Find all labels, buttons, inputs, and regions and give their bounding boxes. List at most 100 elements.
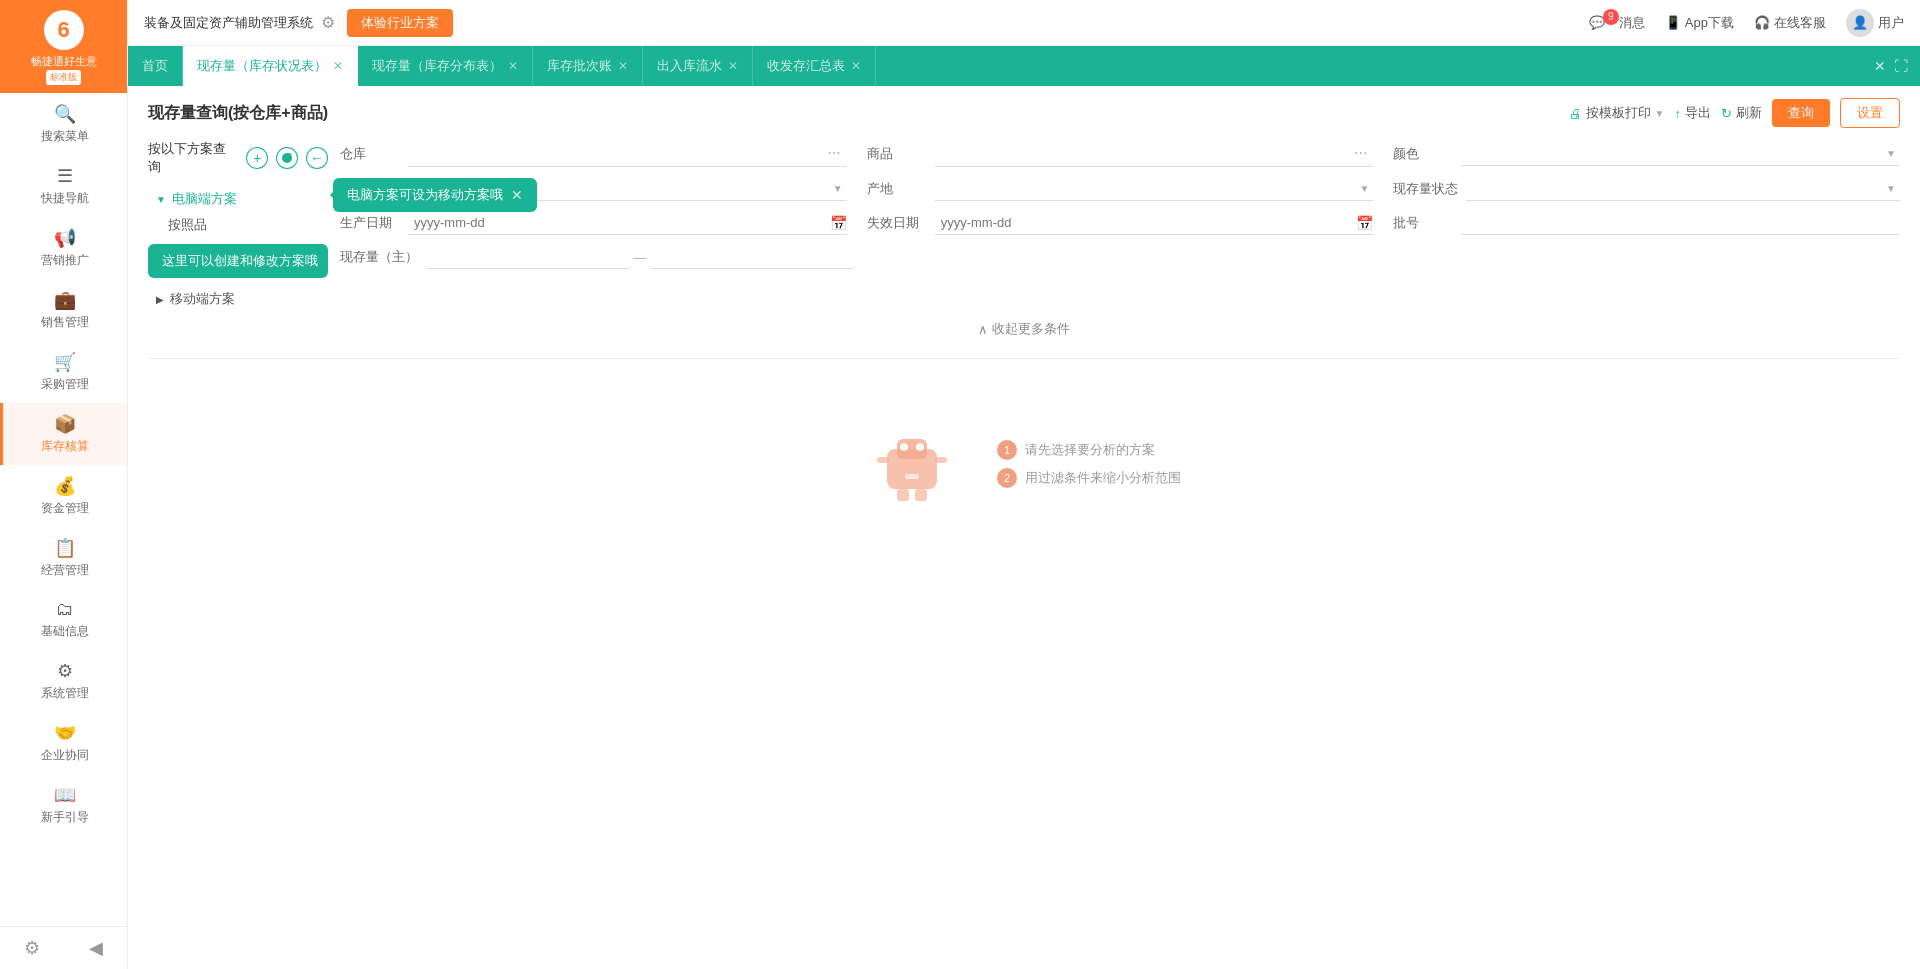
empty-state: 1 请先选择要分析的方案 2 用过滤条件来缩小分析范围 (128, 359, 1920, 569)
sidebar-item-label: 系统管理 (41, 685, 89, 702)
warehouse-dots[interactable]: ··· (827, 144, 840, 162)
export-btn[interactable]: ↑ 导出 (1675, 104, 1712, 122)
production-date-filter: 生产日期 📅 (340, 211, 847, 235)
logo-icon: 6 (44, 10, 84, 50)
support-btn[interactable]: 🎧 在线客服 (1754, 14, 1826, 32)
mobile-scheme-item[interactable]: ▶ 移动端方案 (148, 286, 328, 312)
stock-status-label: 现存量状态 (1393, 180, 1458, 198)
print-btn[interactable]: 🖨 按模板打印 ▼ (1569, 104, 1665, 122)
refresh-btn[interactable]: ↻ 刷新 (1721, 104, 1762, 122)
sidebar-logo: 6 畅捷通好生意 标准版 (0, 0, 127, 93)
print-icon: 🖨 (1569, 106, 1582, 121)
tab-inventory-dist[interactable]: 现存量（库存分布表） ✕ (358, 46, 533, 86)
batch-filter: 批号 (1393, 211, 1900, 235)
tab-close-batch-accounts[interactable]: ✕ (618, 59, 628, 73)
stock-min-input[interactable] (426, 245, 629, 269)
production-date-cal-icon[interactable]: 📅 (830, 215, 847, 231)
back-btn[interactable]: ← (306, 147, 328, 169)
tab-close-receive-summary[interactable]: ✕ (851, 59, 861, 73)
svg-rect-5 (877, 457, 889, 463)
sidebar-item-label: 营销推广 (41, 252, 89, 269)
message-btn[interactable]: 💬 9 消息 (1589, 14, 1645, 32)
system-icon: ⚙ (57, 660, 73, 682)
sub-scheme-item[interactable]: 按照品 (148, 212, 328, 238)
sidebar-item-purchase[interactable]: 🛒 采购管理 (0, 341, 127, 403)
operations-icon: 📋 (54, 537, 76, 559)
sidebar-item-label: 经营管理 (41, 562, 89, 579)
app-icon: 📱 (1665, 15, 1681, 30)
sidebar-item-sales[interactable]: 💼 销售管理 (0, 279, 127, 341)
page-actions: 🖨 按模板打印 ▼ ↑ 导出 ↻ 刷新 查询 设置 (1569, 98, 1900, 128)
expiry-date-input[interactable] (935, 211, 1357, 234)
user-menu[interactable]: 👤 用户 (1846, 9, 1904, 37)
create-tooltip-close[interactable]: ✕ (326, 253, 338, 269)
svg-point-2 (900, 443, 908, 451)
inventory-icon: 📦 (54, 413, 76, 435)
purchase-icon: 🛒 (54, 351, 76, 373)
tab-home[interactable]: 首页 (128, 46, 183, 86)
trial-btn[interactable]: 体验行业方案 (347, 9, 453, 37)
add-scheme-btn[interactable]: + (246, 147, 268, 169)
sidebar-item-label: 基础信息 (41, 623, 89, 640)
production-date-input[interactable] (408, 211, 830, 234)
export-icon: ↑ (1675, 106, 1682, 121)
desktop-scheme-item[interactable]: ▼ 电脑端方案 (148, 186, 328, 212)
sidebar-settings-btn[interactable]: ⚙ (24, 937, 40, 959)
sidebar-item-label: 销售管理 (41, 314, 89, 331)
tab-close-inventory-status[interactable]: ✕ (333, 59, 343, 73)
print-chevron-icon: ▼ (1655, 108, 1665, 119)
topbar-settings-icon[interactable]: ⚙ (321, 13, 335, 32)
stock-main-label: 现存量（主） (340, 248, 418, 266)
refresh-icon: ↻ (1721, 106, 1732, 121)
origin-select-wrapper: ▼ (935, 177, 1374, 201)
tab-in-out-flow[interactable]: 出入库流水 ✕ (643, 46, 753, 86)
enterprise-icon: 🤝 (54, 722, 76, 744)
tab-close-inventory-dist[interactable]: ✕ (508, 59, 518, 73)
scheme-tooltip-close[interactable]: ✕ (511, 187, 523, 203)
sidebar-item-enterprise[interactable]: 🤝 企业协同 (0, 712, 127, 774)
app-download-btn[interactable]: 📱 App下载 (1665, 14, 1734, 32)
warehouse-label: 仓库 (340, 145, 400, 163)
sidebar-item-quick-nav[interactable]: ☰ 快捷导航 (0, 155, 127, 217)
sidebar-item-operations[interactable]: 📋 经营管理 (0, 527, 127, 589)
refresh-scheme-btn[interactable]: ↺ (276, 147, 298, 169)
create-tooltip-container: 这里可以创建和修改方案哦 ✕ (148, 244, 328, 278)
create-tooltip-section: 这里可以创建和修改方案哦 ✕ (148, 244, 328, 280)
stock-max-input[interactable] (650, 245, 853, 269)
tab-close-in-out-flow[interactable]: ✕ (728, 59, 738, 73)
stock-status-select[interactable] (1466, 177, 1900, 200)
tabbar: 首页 现存量（库存状况表） ✕ 现存量（库存分布表） ✕ 库存批次账 ✕ 出入库… (128, 46, 1920, 86)
collapse-btn[interactable]: ∧ 收起更多条件 (148, 312, 1900, 346)
svg-rect-7 (897, 489, 909, 501)
sidebar-item-label: 搜索菜单 (41, 128, 89, 145)
origin-select[interactable] (935, 177, 1374, 200)
setting-btn[interactable]: 设置 (1840, 98, 1900, 128)
tab-batch-accounts[interactable]: 库存批次账 ✕ (533, 46, 643, 86)
filter-area: 按以下方案查询 + ↺ ← ▼ 电脑端方案 (128, 128, 1920, 358)
batch-label: 批号 (1393, 214, 1453, 232)
sidebar-item-finance[interactable]: 💰 资金管理 (0, 465, 127, 527)
tab-receive-summary[interactable]: 收发存汇总表 ✕ (753, 46, 876, 86)
goods-dots[interactable]: ··· (1354, 144, 1367, 162)
tabbar-expand-icon[interactable]: ⛶ (1894, 58, 1908, 74)
color-select[interactable] (1461, 142, 1900, 165)
batch-input[interactable] (1461, 211, 1900, 235)
sidebar-collapse-btn[interactable]: ◀ (89, 937, 103, 959)
step-num-2: 2 (997, 468, 1017, 488)
sidebar-item-guide[interactable]: 📖 新手引导 (0, 774, 127, 836)
sidebar-item-marketing[interactable]: 📢 营销推广 (0, 217, 127, 279)
sidebar-item-label: 快捷导航 (41, 190, 89, 207)
sidebar-item-system[interactable]: ⚙ 系统管理 (0, 650, 127, 712)
search-icon: 🔍 (54, 103, 76, 125)
query-btn[interactable]: 查询 (1772, 99, 1830, 127)
sidebar-item-search[interactable]: 🔍 搜索菜单 (0, 93, 127, 155)
tab-inventory-status[interactable]: 现存量（库存状况表） ✕ (183, 46, 358, 86)
expiry-date-cal-icon[interactable]: 📅 (1356, 215, 1373, 231)
sidebar-item-label: 资金管理 (41, 500, 89, 517)
create-tooltip: 这里可以创建和修改方案哦 ✕ (148, 244, 328, 278)
topbar-right: 💬 9 消息 📱 App下载 🎧 在线客服 👤 用户 (1589, 9, 1904, 37)
sidebar-footer: ⚙ ◀ (0, 926, 127, 969)
sidebar-item-inventory[interactable]: 📦 库存核算 (0, 403, 127, 465)
sidebar-item-base-info[interactable]: 🗂 基础信息 (0, 589, 127, 650)
tabbar-close-all-icon[interactable]: ✕ (1874, 58, 1886, 74)
